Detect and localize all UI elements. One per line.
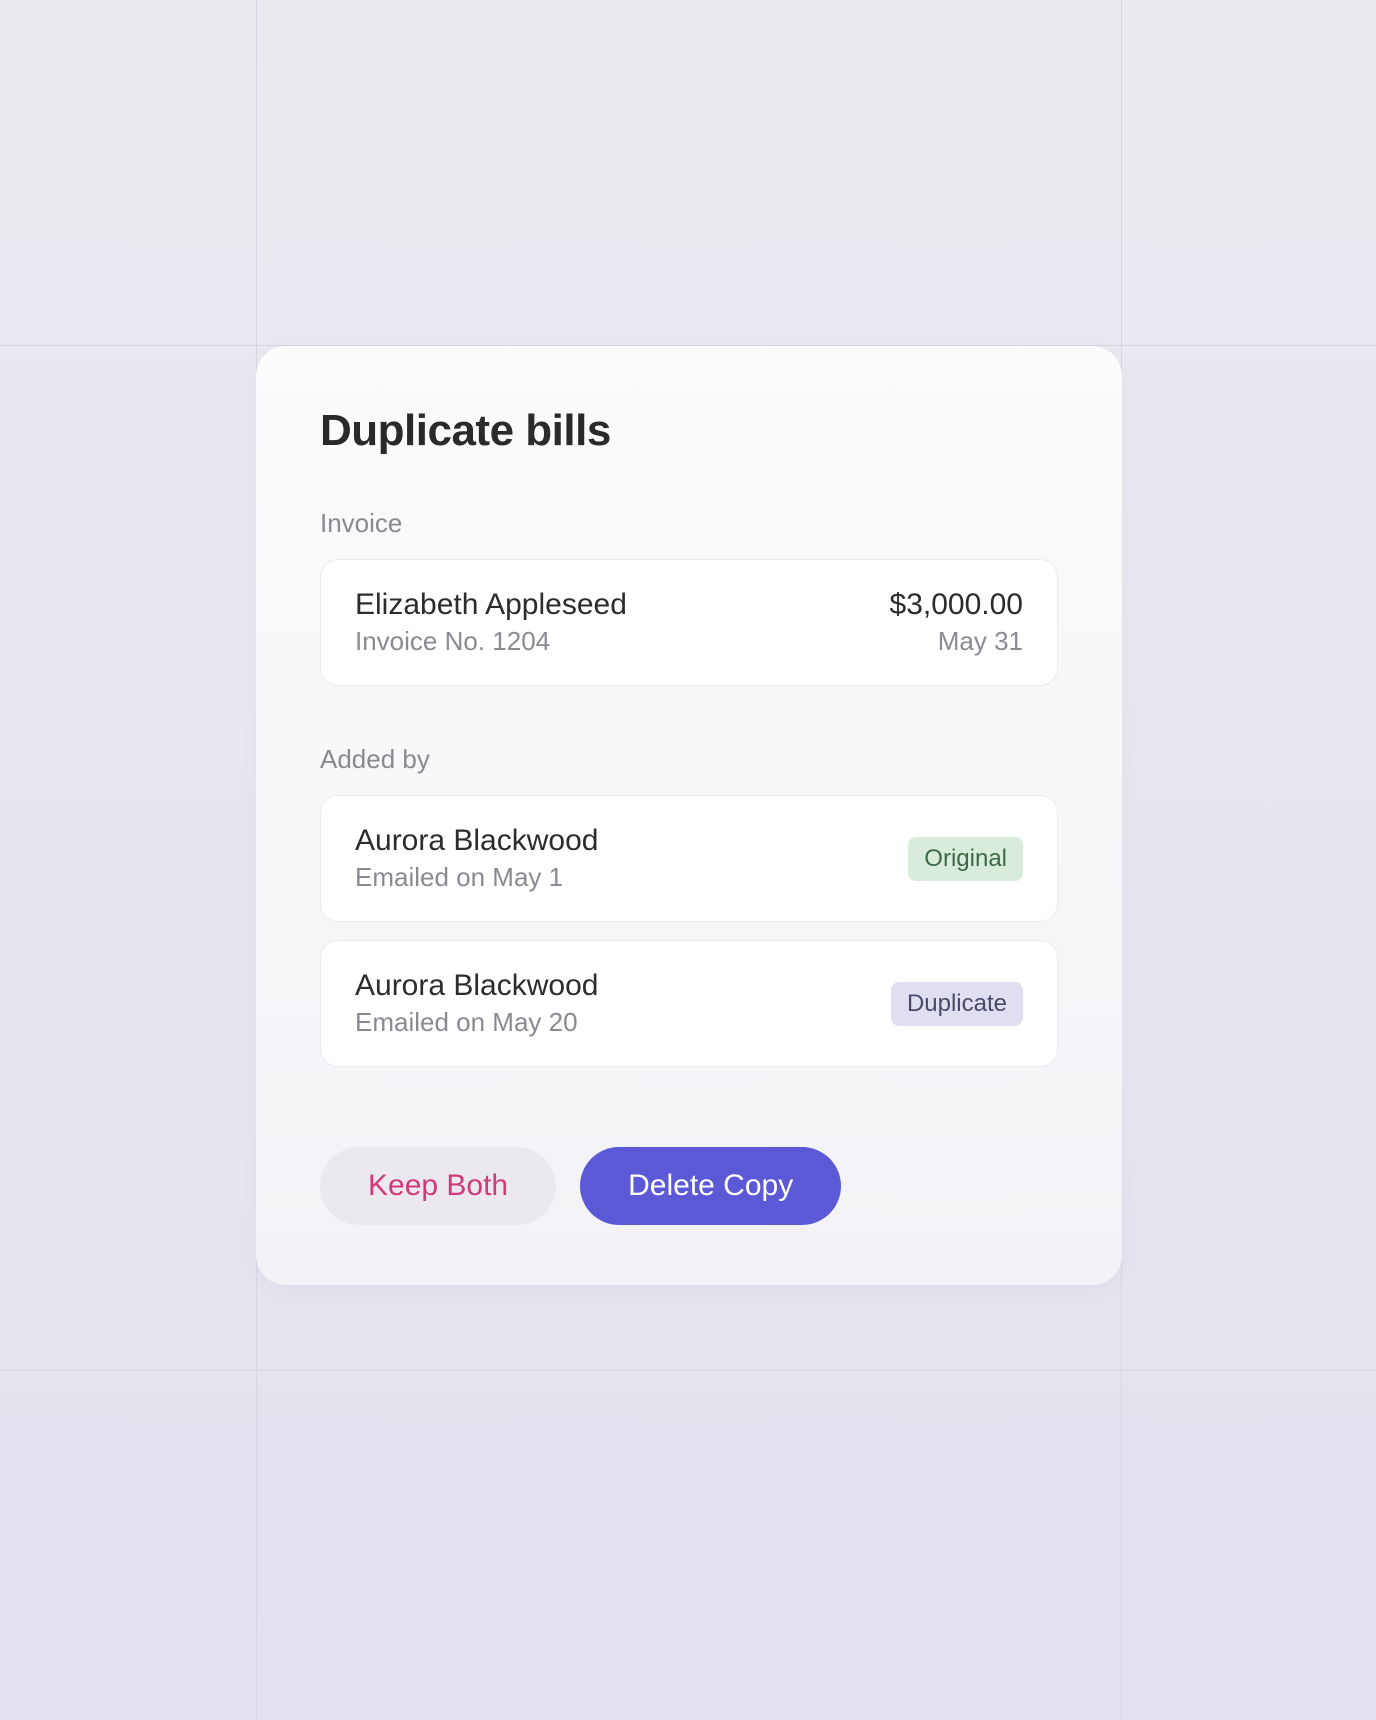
added-by-entry-original[interactable]: Aurora Blackwood Emailed on May 1 Origin… — [320, 795, 1058, 922]
invoice-date: May 31 — [938, 626, 1023, 657]
duplicate-badge: Duplicate — [891, 982, 1023, 1026]
original-badge: Original — [908, 837, 1023, 881]
grid-line-horizontal — [0, 1370, 1376, 1371]
added-by-section-label: Added by — [320, 744, 1058, 775]
added-by-entry-duplicate[interactable]: Aurora Blackwood Emailed on May 20 Dupli… — [320, 940, 1058, 1067]
delete-copy-button[interactable]: Delete Copy — [580, 1147, 841, 1225]
invoice-number: Invoice No. 1204 — [355, 626, 627, 657]
entry-detail: Emailed on May 20 — [355, 1007, 598, 1038]
entry-left: Aurora Blackwood Emailed on May 1 — [355, 824, 598, 893]
invoice-card[interactable]: Elizabeth Appleseed Invoice No. 1204 $3,… — [320, 559, 1058, 686]
entry-name: Aurora Blackwood — [355, 969, 598, 1003]
invoice-card-left: Elizabeth Appleseed Invoice No. 1204 — [355, 588, 627, 657]
entry-name: Aurora Blackwood — [355, 824, 598, 858]
invoice-amount: $3,000.00 — [890, 588, 1023, 622]
entry-detail: Emailed on May 1 — [355, 862, 598, 893]
modal-title: Duplicate bills — [320, 406, 1058, 456]
duplicate-bills-modal: Duplicate bills Invoice Elizabeth Apples… — [256, 346, 1122, 1285]
entry-left: Aurora Blackwood Emailed on May 20 — [355, 969, 598, 1038]
invoice-card-right: $3,000.00 May 31 — [890, 588, 1023, 657]
invoice-payee: Elizabeth Appleseed — [355, 588, 627, 622]
invoice-section-label: Invoice — [320, 508, 1058, 539]
modal-actions: Keep Both Delete Copy — [320, 1147, 1058, 1225]
keep-both-button[interactable]: Keep Both — [320, 1147, 556, 1225]
